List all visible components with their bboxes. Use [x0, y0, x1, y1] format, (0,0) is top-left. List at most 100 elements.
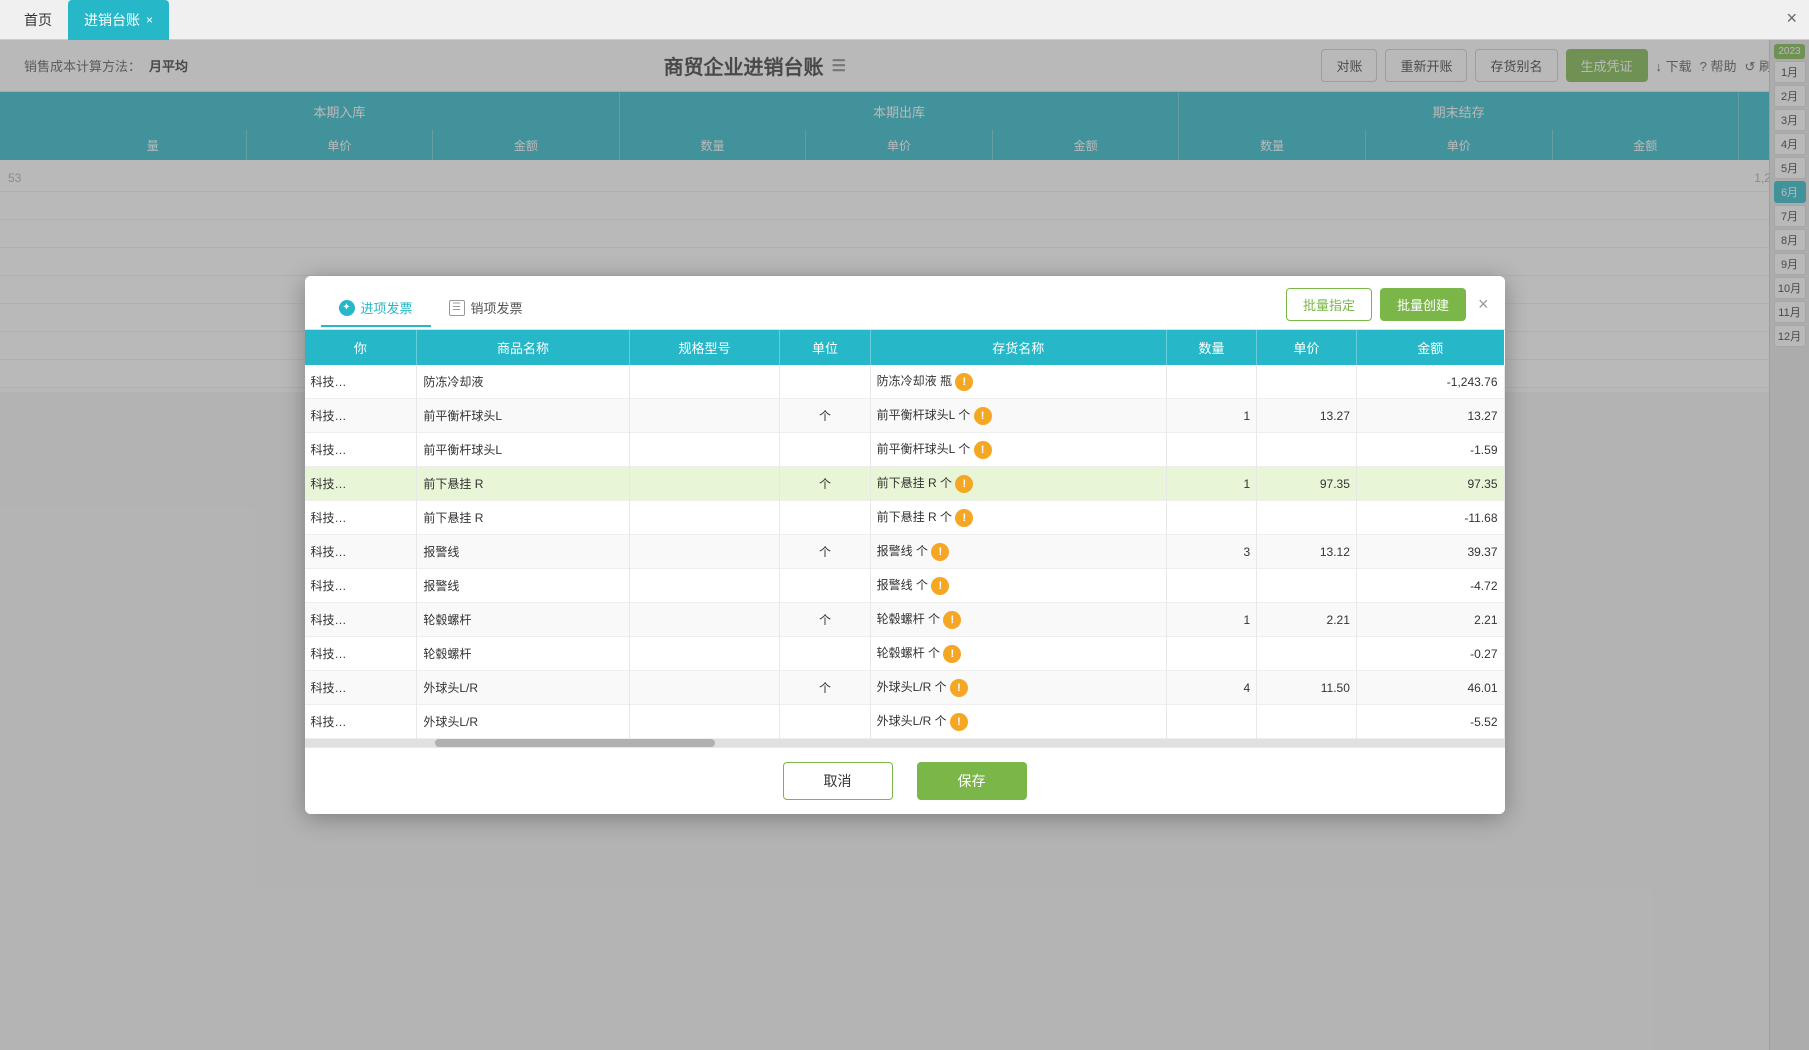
table-cell [629, 501, 780, 535]
table-cell: 科技… [305, 603, 417, 637]
col-header-company: 你 [305, 330, 417, 365]
scrollbar-thumb[interactable] [435, 739, 715, 747]
incoming-tab-label: 进项发票 [361, 298, 413, 317]
table-cell [780, 433, 870, 467]
table-cell [1166, 569, 1256, 603]
table-cell [629, 535, 780, 569]
outgoing-tab-label: 销项发票 [471, 298, 523, 317]
table-cell: 13.27 [1356, 399, 1504, 433]
table-cell: 2.21 [1356, 603, 1504, 637]
table-cell: 防冻冷却液 [417, 365, 629, 399]
table-cell: 科技… [305, 705, 417, 739]
table-cell: 46.01 [1356, 671, 1504, 705]
table-row: 科技…前平衡杆球头L个前平衡杆球头L 个 !113.2713.27 [305, 399, 1505, 433]
table-cell [780, 569, 870, 603]
horizontal-scrollbar[interactable] [305, 739, 1505, 747]
warning-icon: ! [950, 713, 968, 731]
table-cell: 前平衡杆球头L 个 ! [870, 433, 1166, 467]
modal-header-actions: 批量指定 批量创建 [1286, 288, 1466, 329]
table-cell: 1 [1166, 467, 1256, 501]
table-cell: 1 [1166, 399, 1256, 433]
save-button[interactable]: 保存 [917, 762, 1027, 800]
modal-footer: 取消 保存 [305, 747, 1505, 814]
table-cell: 轮毂螺杆 [417, 637, 629, 671]
table-cell: 前平衡杆球头L [417, 433, 629, 467]
table-cell: 97.35 [1257, 467, 1357, 501]
modal-table-wrap[interactable]: 你 商品名称 规格型号 单位 存货名称 数量 单价 金额 科技…防冻冷却液防冻冷… [305, 330, 1505, 739]
table-cell: 个 [780, 399, 870, 433]
table-cell [629, 637, 780, 671]
table-cell: 科技… [305, 365, 417, 399]
table-cell: 97.35 [1356, 467, 1504, 501]
col-header-qty: 数量 [1166, 330, 1256, 365]
col-header-price: 单价 [1257, 330, 1357, 365]
warning-icon: ! [943, 611, 961, 629]
table-cell [1257, 637, 1357, 671]
table-cell [629, 365, 780, 399]
table-cell: 外球头L/R 个 ! [870, 705, 1166, 739]
table-cell: 科技… [305, 467, 417, 501]
table-cell [1257, 501, 1357, 535]
outgoing-tab-icon: ☰ [449, 300, 465, 316]
table-cell: 科技… [305, 433, 417, 467]
table-row: 科技…前下悬挂 R前下悬挂 R 个 !-11.68 [305, 501, 1505, 535]
table-cell [629, 569, 780, 603]
table-cell: 39.37 [1356, 535, 1504, 569]
tab-home[interactable]: 首页 [8, 0, 68, 40]
table-cell: 个 [780, 671, 870, 705]
col-header-unit: 单位 [780, 330, 870, 365]
table-header-row: 你 商品名称 规格型号 单位 存货名称 数量 单价 金额 [305, 330, 1505, 365]
table-cell: 科技… [305, 501, 417, 535]
table-cell: -5.52 [1356, 705, 1504, 739]
incoming-tab-icon: ✦ [339, 300, 355, 316]
table-cell: 轮毂螺杆 个 ! [870, 603, 1166, 637]
table-cell: 前下悬挂 R 个 ! [870, 467, 1166, 501]
table-cell [629, 433, 780, 467]
tab-incoming-invoice[interactable]: ✦ 进项发票 [321, 290, 431, 327]
batch-assign-button[interactable]: 批量指定 [1286, 288, 1372, 321]
table-cell: -11.68 [1356, 501, 1504, 535]
warning-icon: ! [931, 543, 949, 561]
warning-icon: ! [974, 441, 992, 459]
tab-home-label: 首页 [24, 10, 52, 30]
table-cell: 轮毂螺杆 个 ! [870, 637, 1166, 671]
table-cell: 个 [780, 603, 870, 637]
table-cell [629, 399, 780, 433]
table-cell: 前平衡杆球头L [417, 399, 629, 433]
window-close-button[interactable]: × [1786, 8, 1797, 29]
table-row: 科技…轮毂螺杆轮毂螺杆 个 !-0.27 [305, 637, 1505, 671]
modal-header: ✦ 进项发票 ☰ 销项发票 批量指定 批量创建 × [305, 276, 1505, 330]
col-header-product-name: 商品名称 [417, 330, 629, 365]
modal-close-button[interactable]: × [1478, 294, 1489, 323]
table-cell: 13.12 [1257, 535, 1357, 569]
tab-ledger-close[interactable]: × [146, 13, 153, 27]
table-cell: -1.59 [1356, 433, 1504, 467]
table-row: 科技…前平衡杆球头L 前平衡杆球头L 个 ! -1.59 [305, 433, 1505, 467]
table-cell [629, 705, 780, 739]
tab-ledger[interactable]: 进销台账 × [68, 0, 169, 40]
warning-icon: ! [955, 373, 973, 391]
table-cell [1257, 569, 1357, 603]
table-cell [1166, 637, 1256, 671]
table-cell: 个 [780, 535, 870, 569]
table-cell [629, 603, 780, 637]
table-cell: 轮毂螺杆 [417, 603, 629, 637]
table-cell: 前下悬挂 R [417, 467, 629, 501]
warning-icon: ! [950, 679, 968, 697]
invoice-table: 你 商品名称 规格型号 单位 存货名称 数量 单价 金额 科技…防冻冷却液防冻冷… [305, 330, 1505, 739]
table-cell: 报警线 [417, 535, 629, 569]
cancel-button[interactable]: 取消 [783, 762, 893, 800]
table-row: 科技…外球头L/R外球头L/R 个 !-5.52 [305, 705, 1505, 739]
table-cell: 科技… [305, 637, 417, 671]
table-cell: 科技… [305, 399, 417, 433]
table-cell [780, 637, 870, 671]
table-cell: 11.50 [1257, 671, 1357, 705]
tab-outgoing-invoice[interactable]: ☰ 销项发票 [431, 290, 541, 327]
col-header-inventory: 存货名称 [870, 330, 1166, 365]
table-row: 科技…前下悬挂 R个前下悬挂 R 个 !197.3597.35 [305, 467, 1505, 501]
table-cell [780, 365, 870, 399]
col-header-amount: 金额 [1356, 330, 1504, 365]
table-cell [1257, 705, 1357, 739]
table-row: 科技…报警线报警线 个 !-4.72 [305, 569, 1505, 603]
batch-create-button[interactable]: 批量创建 [1380, 288, 1466, 321]
